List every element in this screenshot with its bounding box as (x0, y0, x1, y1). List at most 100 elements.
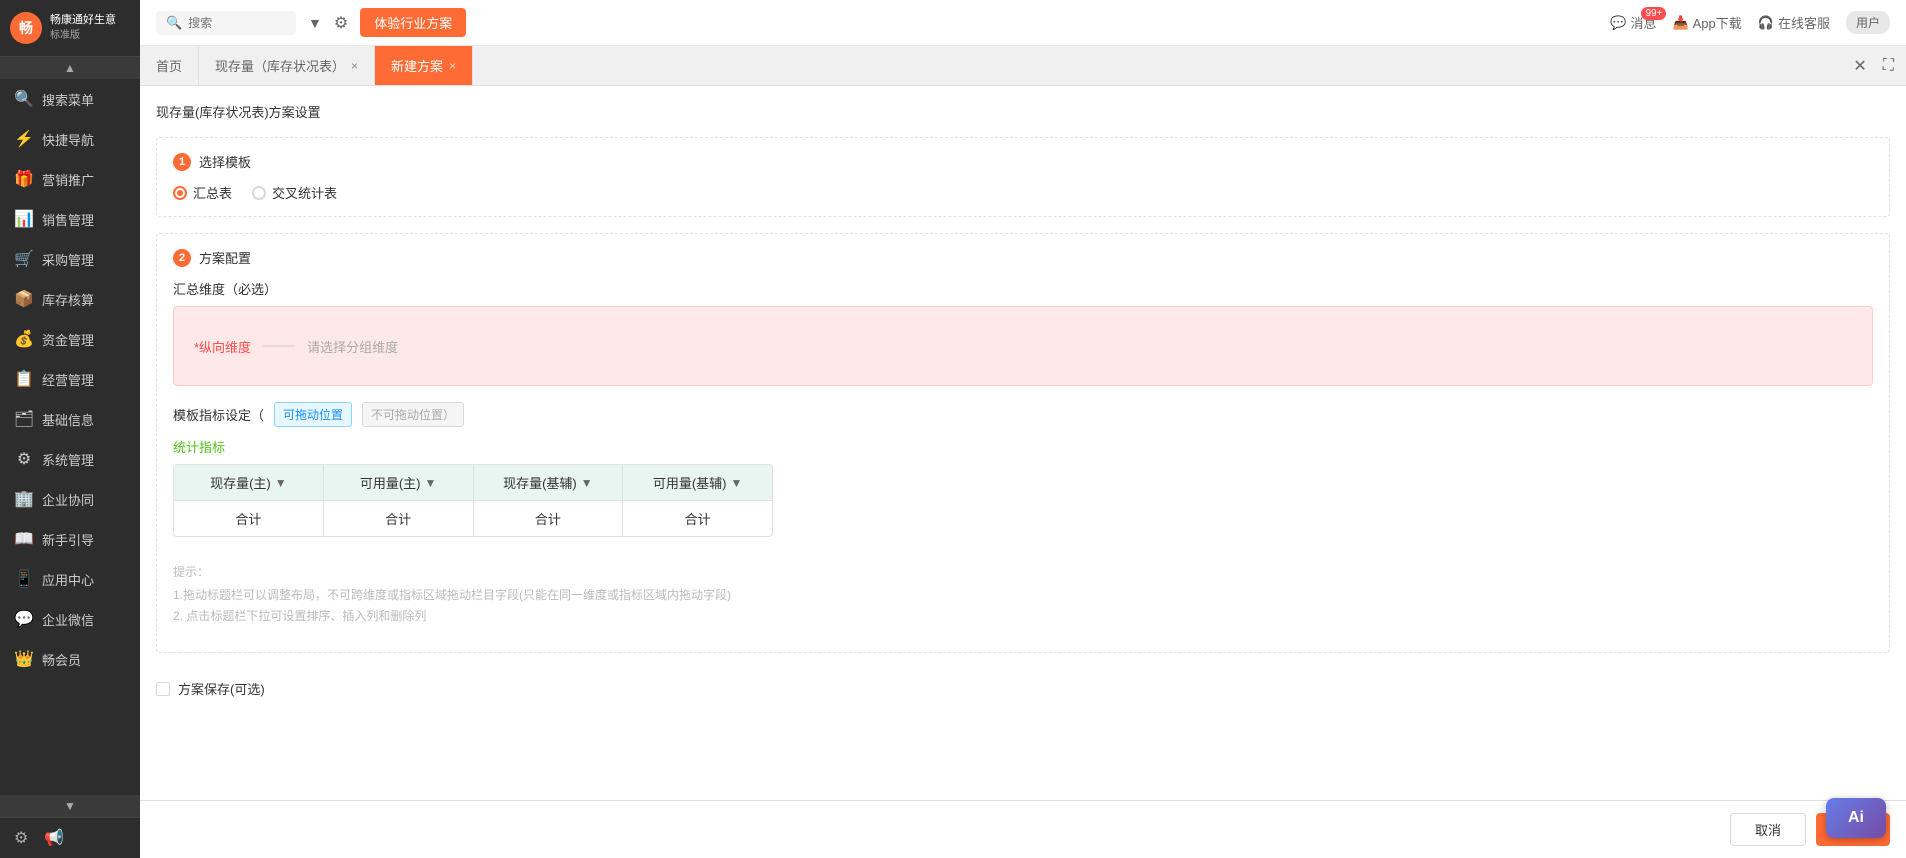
stats-col-3-dropdown-icon[interactable]: ▼ (581, 476, 593, 490)
radio-cross-dot (252, 186, 266, 200)
sidebar-item-inventory[interactable]: 📦 库存核算 (0, 279, 140, 319)
inventory-icon: 📦 (14, 289, 34, 309)
topbar-search-box[interactable]: 🔍 (156, 11, 296, 35)
radio-cross[interactable]: 交叉统计表 (252, 183, 337, 202)
stats-col-2[interactable]: 可用量(主) ▼ (324, 465, 474, 500)
wechat-icon: 💬 (14, 609, 34, 629)
operations-icon: 📋 (14, 369, 34, 389)
sidebar-item-label: 企业微信 (42, 610, 94, 629)
stats-col-4[interactable]: 可用量(基辅) ▼ (623, 465, 772, 500)
finance-icon: 💰 (14, 329, 34, 349)
tab-home[interactable]: 首页 (140, 46, 199, 85)
stats-col-1[interactable]: 现存量(主) ▼ (174, 465, 324, 500)
radio-summary[interactable]: 汇总表 (173, 183, 232, 202)
sidebar-footer: ⚙ 📢 (0, 817, 140, 858)
sidebar-item-basic-info[interactable]: 🗂 基础信息 (0, 399, 140, 439)
tips-item-1: 2. 点击标题栏下拉可设置排序、插入列和删除列 (173, 607, 1873, 624)
section1-title: 选择模板 (199, 152, 251, 171)
chip-non-draggable: 不可拖动位置） (362, 402, 464, 427)
stats-col-4-label: 可用量(基辅) (653, 473, 727, 492)
tab-label: 现存量（库存状况表） (215, 56, 345, 75)
sidebar-item-label: 库存核算 (42, 290, 94, 309)
tab-inventory-status[interactable]: 现存量（库存状况表） × (199, 46, 375, 85)
expand-window-icon[interactable]: ⛶ (1879, 55, 1898, 77)
stats-table-row-0: 合计 合计 合计 合计 (174, 500, 772, 536)
stats-col-4-dropdown-icon[interactable]: ▼ (731, 476, 743, 490)
dimension-placeholder: 请选择分组维度 (307, 337, 398, 356)
stats-col-1-dropdown-icon[interactable]: ▼ (275, 476, 287, 490)
sidebar-item-purchase[interactable]: 🛒 采购管理 (0, 239, 140, 279)
sidebar-item-system[interactable]: ⚙ 系统管理 (0, 439, 140, 479)
tabs-bar: 首页 现存量（库存状况表） × 新建方案 × ✕ ⛶ (140, 46, 1906, 86)
online-support-label: 在线客服 (1778, 13, 1830, 32)
tips-section: 提示： 1.拖动标题栏可以调整布局，不可跨维度或指标区域拖动栏目字段(只能在同一… (173, 553, 1873, 638)
sidebar: 畅 畅康通好生意 标准版 ▲ 🔍 搜索菜单 ⚡ 快捷导航 🎁 营销推广 📊 销售… (0, 0, 140, 858)
radio-summary-label: 汇总表 (193, 183, 232, 202)
tab-close-icon[interactable]: × (351, 59, 358, 73)
stats-cell-0-0: 合计 (174, 501, 324, 536)
download-icon: 📥 (1672, 15, 1688, 31)
save-option: 方案保存(可选) (156, 669, 1890, 708)
sidebar-item-quick-nav[interactable]: ⚡ 快捷导航 (0, 119, 140, 159)
sidebar-item-app-center[interactable]: 📱 应用中心 (0, 559, 140, 599)
bottom-action-bar: 取消 查询 (140, 800, 1906, 858)
page-title: 现存量(库存状况表)方案设置 (156, 102, 1890, 121)
sidebar-item-membership[interactable]: 👑 畅会员 (0, 639, 140, 679)
stats-col-2-label: 可用量(主) (360, 473, 421, 492)
settings-icon[interactable]: ⚙ (14, 828, 28, 848)
sidebar-item-wechat[interactable]: 💬 企业微信 (0, 599, 140, 639)
stats-col-2-dropdown-icon[interactable]: ▼ (425, 476, 437, 490)
messages-btn[interactable]: 💬 消息 99+ (1610, 13, 1656, 32)
stats-col-3[interactable]: 现存量(基辅) ▼ (474, 465, 624, 500)
section2-number: 2 (173, 249, 191, 267)
section1-header: 1 选择模板 (173, 152, 1873, 171)
sidebar-item-sales[interactable]: 📊 销售管理 (0, 199, 140, 239)
sales-icon: 📊 (14, 209, 34, 229)
sidebar-logo: 畅 畅康通好生意 标准版 (0, 0, 140, 57)
stats-section-title: 统计指标 (173, 437, 1873, 456)
topbar-gear-icon[interactable]: ⚙ (334, 13, 348, 33)
sidebar-item-enterprise[interactable]: 🏢 企业协同 (0, 479, 140, 519)
radio-cross-label: 交叉统计表 (272, 183, 337, 202)
trial-btn[interactable]: 体验行业方案 (360, 8, 466, 37)
online-support-btn[interactable]: 🎧 在线客服 (1758, 13, 1830, 32)
marketing-icon: 🎁 (14, 169, 34, 189)
indicators-label: 模板指标设定（ 可拖动位置 不可拖动位置） (173, 402, 1873, 427)
sidebar-item-operations[interactable]: 📋 经营管理 (0, 359, 140, 399)
dimension-area[interactable]: *纵向维度 —— 请选择分组维度 (173, 306, 1873, 386)
save-checkbox[interactable] (156, 682, 170, 696)
app-download-btn[interactable]: 📥 App下载 (1672, 13, 1741, 32)
sidebar-item-label: 采购管理 (42, 250, 94, 269)
app-logo-icon: 畅 (10, 12, 42, 44)
ai-fab-button[interactable]: Ai (1826, 798, 1886, 838)
tab-close-active-icon[interactable]: × (449, 59, 456, 73)
sidebar-scroll-up[interactable]: ▲ (0, 57, 140, 79)
sidebar-scroll-down[interactable]: ▼ (0, 795, 140, 817)
user-avatar[interactable]: 用户 (1846, 11, 1890, 34)
search-menu-icon: 🔍 (14, 89, 34, 109)
tab-new-plan[interactable]: 新建方案 × (375, 46, 473, 85)
search-input[interactable] (188, 16, 268, 30)
cancel-button[interactable]: 取消 (1730, 813, 1806, 846)
sidebar-item-label: 系统管理 (42, 450, 94, 469)
tab-window-controls: ✕ ⛶ (1849, 54, 1906, 78)
sidebar-item-finance[interactable]: 💰 资金管理 (0, 319, 140, 359)
message-icon: 💬 (1610, 15, 1626, 31)
sidebar-item-search-menu[interactable]: 🔍 搜索菜单 (0, 79, 140, 119)
dimension-arrow: —— (263, 337, 295, 355)
search-icon: 🔍 (166, 15, 182, 31)
sidebar-item-marketing[interactable]: 🎁 营销推广 (0, 159, 140, 199)
sidebar-item-label: 经营管理 (42, 370, 94, 389)
sidebar-item-new-guide[interactable]: 📖 新手引导 (0, 519, 140, 559)
content-area: 现存量(库存状况表)方案设置 1 选择模板 汇总表 交叉统计表 2 (140, 86, 1906, 800)
speaker-icon[interactable]: 📢 (44, 828, 64, 848)
tab-label: 新建方案 (391, 56, 443, 75)
purchase-icon: 🛒 (14, 249, 34, 269)
basic-info-icon: 🗂 (14, 409, 34, 429)
app-download-label: App下载 (1693, 13, 1742, 32)
topbar-dropdown-icon[interactable]: ▼ (308, 15, 322, 31)
sidebar-item-label: 资金管理 (42, 330, 94, 349)
stats-table-header: 现存量(主) ▼ 可用量(主) ▼ 现存量(基辅) ▼ 可用量(基辅) ▼ (174, 465, 772, 500)
close-window-icon[interactable]: ✕ (1849, 54, 1870, 78)
section-plan-config: 2 方案配置 汇总维度（必选） *纵向维度 —— 请选择分组维度 模板指标设定（… (156, 233, 1890, 653)
